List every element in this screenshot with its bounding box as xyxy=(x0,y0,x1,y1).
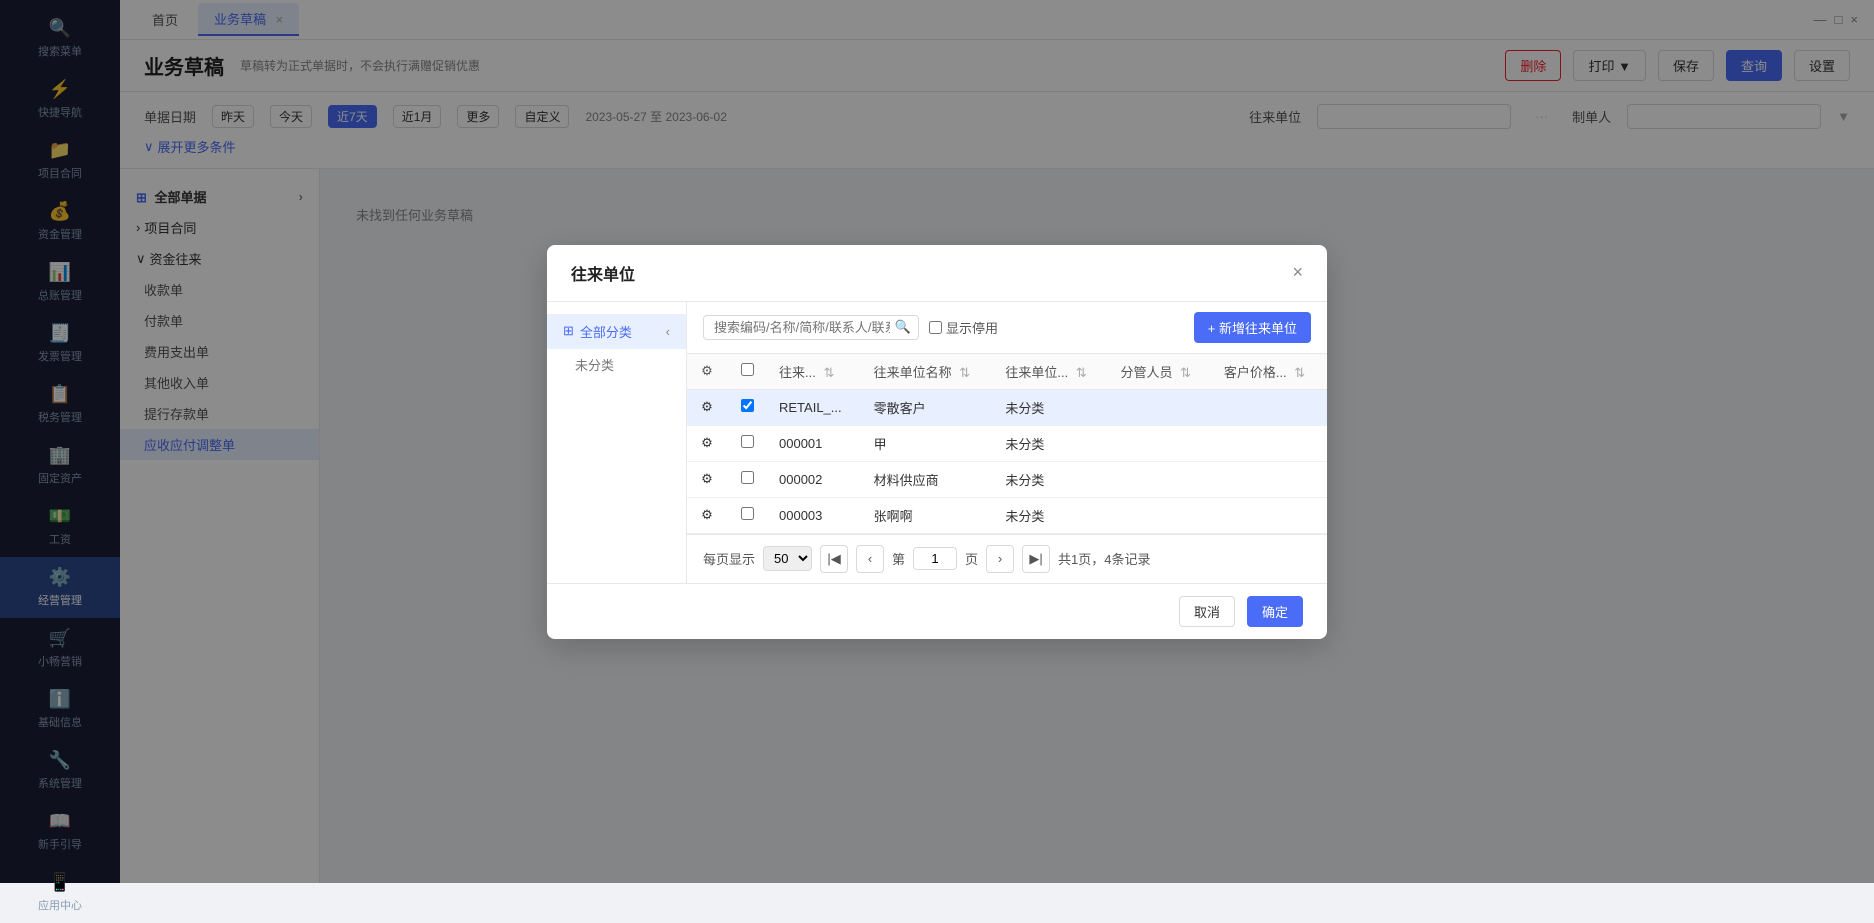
table-row[interactable]: ⚙ RETAIL_... 零散客户 未分类 xyxy=(687,389,1327,425)
row-manager xyxy=(1109,497,1212,533)
col-code-header: 往来... ⇅ xyxy=(767,354,862,390)
show-disabled-checkbox[interactable] xyxy=(929,321,942,334)
search-wrap: 🔍 xyxy=(703,315,919,340)
search-icon: 🔍 xyxy=(895,319,911,335)
dialog-table: ⚙ 往来... ⇅ 往来单位名称 ⇅ xyxy=(687,354,1327,534)
page-suffix: 页 xyxy=(965,549,978,568)
row-code: 000003 xyxy=(767,497,862,533)
row-category: 未分类 xyxy=(993,497,1108,533)
col-checkbox-header[interactable] xyxy=(727,354,767,390)
table-row[interactable]: ⚙ 000003 张啊啊 未分类 xyxy=(687,497,1327,533)
row-name: 材料供应商 xyxy=(862,461,994,497)
col-price-header: 客户价格... ⇅ xyxy=(1212,354,1327,390)
sort-icon[interactable]: ⇅ xyxy=(959,365,970,380)
dialog-sidebar-all[interactable]: ⊞ 全部分类 ‹ xyxy=(547,314,686,349)
row-settings[interactable]: ⚙ xyxy=(687,389,727,425)
row-price xyxy=(1212,425,1327,461)
row-price xyxy=(1212,461,1327,497)
sort-icon[interactable]: ⇅ xyxy=(1294,365,1305,380)
page-label: 第 xyxy=(892,549,905,568)
row-manager xyxy=(1109,425,1212,461)
dialog-overlay: 往来单位 × ⊞ 全部分类 ‹ 未分类 xyxy=(0,0,1874,883)
dialog-sidebar: ⊞ 全部分类 ‹ 未分类 xyxy=(547,302,687,583)
confirm-button[interactable]: 确定 xyxy=(1247,596,1303,627)
row-code: 000001 xyxy=(767,425,862,461)
cancel-button[interactable]: 取消 xyxy=(1179,596,1235,627)
row-name: 张啊啊 xyxy=(862,497,994,533)
sidebar-collapse-icon[interactable]: ‹ xyxy=(666,324,670,339)
dialog-footer: 取消 确定 xyxy=(547,583,1327,639)
dialog-right-content: 🔍 显示停用 + 新增往来单位 ⚙ xyxy=(687,302,1327,583)
page-input[interactable]: 1 xyxy=(913,547,957,570)
row-manager xyxy=(1109,389,1212,425)
sort-icon[interactable]: ⇅ xyxy=(1180,365,1191,380)
row-price xyxy=(1212,497,1327,533)
row-name: 零散客户 xyxy=(862,389,994,425)
dialog-pagination: 每页显示 50 |◀ ‹ 第 1 页 › ▶| 共1页，4条记录 xyxy=(687,534,1327,583)
page-first-button[interactable]: |◀ xyxy=(820,545,848,573)
col-manager-header: 分管人员 ⇅ xyxy=(1109,354,1212,390)
table-header-row: ⚙ 往来... ⇅ 往来单位名称 ⇅ xyxy=(687,354,1327,390)
row-settings[interactable]: ⚙ xyxy=(687,461,727,497)
page-prev-button[interactable]: ‹ xyxy=(856,545,884,573)
dialog-close-button[interactable]: × xyxy=(1292,262,1303,283)
add-partner-button[interactable]: + 新增往来单位 xyxy=(1194,312,1311,343)
row-code: RETAIL_... xyxy=(767,389,862,425)
row-checkbox[interactable] xyxy=(727,497,767,533)
col-name-header: 往来单位名称 ⇅ xyxy=(862,354,994,390)
grid-icon: ⊞ xyxy=(563,323,574,339)
row-code: 000002 xyxy=(767,461,862,497)
col-settings-header[interactable]: ⚙ xyxy=(687,354,727,390)
table-row[interactable]: ⚙ 000002 材料供应商 未分类 xyxy=(687,461,1327,497)
dialog-header: 往来单位 × xyxy=(547,245,1327,302)
dialog-toolbar: 🔍 显示停用 + 新增往来单位 xyxy=(687,302,1327,354)
col-category-header: 往来单位... ⇅ xyxy=(993,354,1108,390)
partner-dialog: 往来单位 × ⊞ 全部分类 ‹ 未分类 xyxy=(547,245,1327,639)
per-page-select[interactable]: 50 xyxy=(763,546,812,571)
dialog-body: ⊞ 全部分类 ‹ 未分类 🔍 显示停用 xyxy=(547,302,1327,583)
row-settings[interactable]: ⚙ xyxy=(687,425,727,461)
row-manager xyxy=(1109,461,1212,497)
partner-search-input[interactable] xyxy=(703,315,919,340)
row-name: 甲 xyxy=(862,425,994,461)
dialog-title: 往来单位 xyxy=(571,261,635,285)
sidebar-item-label: 应用中心 xyxy=(38,897,82,913)
partner-table: ⚙ 往来... ⇅ 往来单位名称 ⇅ xyxy=(687,354,1327,534)
row-settings[interactable]: ⚙ xyxy=(687,497,727,533)
row-category: 未分类 xyxy=(993,425,1108,461)
page-last-button[interactable]: ▶| xyxy=(1022,545,1050,573)
show-disabled-label[interactable]: 显示停用 xyxy=(929,318,998,337)
per-page-label: 每页显示 xyxy=(703,549,755,568)
page-next-button[interactable]: › xyxy=(986,545,1014,573)
row-category: 未分类 xyxy=(993,389,1108,425)
row-checkbox[interactable] xyxy=(727,461,767,497)
dialog-sidebar-uncategorized[interactable]: 未分类 xyxy=(547,349,686,380)
select-all-checkbox[interactable] xyxy=(741,363,754,376)
total-label: 共1页，4条记录 xyxy=(1058,549,1150,568)
row-category: 未分类 xyxy=(993,461,1108,497)
table-row[interactable]: ⚙ 000001 甲 未分类 xyxy=(687,425,1327,461)
row-checkbox[interactable] xyxy=(727,389,767,425)
row-price xyxy=(1212,389,1327,425)
row-checkbox[interactable] xyxy=(727,425,767,461)
sort-icon[interactable]: ⇅ xyxy=(823,365,834,380)
sort-icon[interactable]: ⇅ xyxy=(1076,365,1087,380)
